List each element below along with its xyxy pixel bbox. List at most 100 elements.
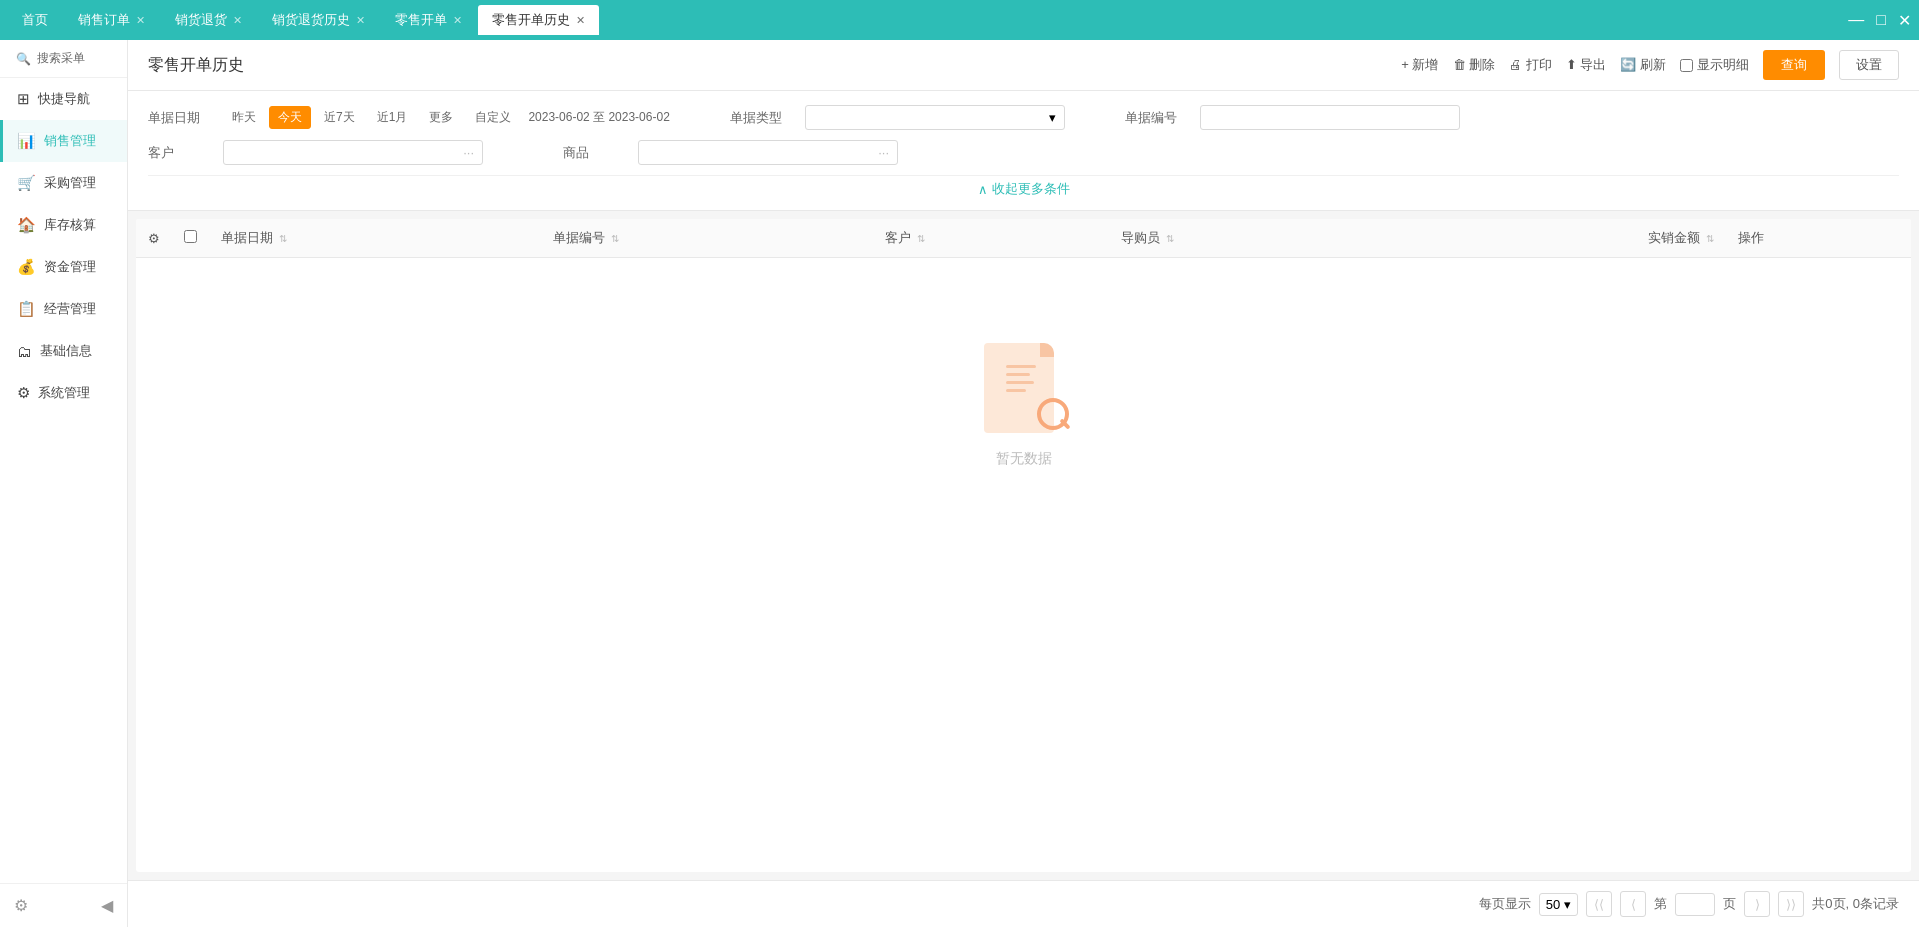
chevron-up-icon: ∧: [978, 182, 988, 197]
customer-dots[interactable]: ···: [463, 145, 474, 160]
number-filter-input[interactable]: [1200, 105, 1460, 130]
last-page-button[interactable]: ⟩⟩: [1778, 891, 1804, 917]
doc-line-2: [1006, 373, 1030, 376]
col-number: 单据编号 ⇅: [541, 219, 873, 258]
close-tab-sales-return-history[interactable]: ✕: [356, 14, 365, 27]
collapse-filter-button[interactable]: ∧ 收起更多条件: [148, 175, 1899, 202]
sidebar-bottom: ⚙ ◀: [0, 883, 127, 927]
sidebar-item-inventory[interactable]: 🏠 库存核算: [0, 204, 127, 246]
next-page-button[interactable]: ⟩: [1744, 891, 1770, 917]
search-icon: 🔍: [16, 52, 31, 66]
add-button[interactable]: + 新增: [1401, 56, 1438, 74]
page-word-before: 第: [1654, 895, 1667, 913]
sidebar-search[interactable]: 🔍 搜索采单: [0, 40, 127, 78]
tab-sales-return[interactable]: 销货退货 ✕: [161, 5, 256, 35]
window-controls: — □ ✕: [1848, 11, 1911, 30]
filter-area: 单据日期 昨天 今天 近7天 近1月 更多 自定义 2023-06-02 至 2…: [128, 91, 1919, 211]
min-button[interactable]: —: [1848, 11, 1864, 29]
col-amount-sort-icon[interactable]: ⇅: [1706, 233, 1714, 244]
search-circle: [1037, 398, 1069, 430]
close-tab-retail-open[interactable]: ✕: [453, 14, 462, 27]
date-filter-buttons: 昨天 今天 近7天 近1月 更多 自定义 2023-06-02 至 2023-0…: [223, 106, 670, 129]
settings-icon[interactable]: ⚙: [14, 896, 28, 915]
sidebar-item-purchase-mgmt[interactable]: 🛒 采购管理: [0, 162, 127, 204]
date-range-text: 2023-06-02 至 2023-06-02: [528, 109, 669, 126]
col-guide-label: 导购员: [1121, 230, 1160, 245]
col-date-label: 单据日期: [221, 230, 273, 245]
operation-icon: 📋: [17, 300, 36, 318]
product-dots[interactable]: ···: [878, 145, 889, 160]
main-layout: 🔍 搜索采单 ⊞ 快捷导航 📊 销售管理 🛒 采购管理 🏠 库存核算 💰 资金管…: [0, 40, 1919, 927]
col-check[interactable]: [172, 219, 209, 258]
date-btn-7days[interactable]: 近7天: [315, 106, 364, 129]
type-filter-select[interactable]: ▾: [805, 105, 1065, 130]
tab-retail-open[interactable]: 零售开单 ✕: [381, 5, 476, 35]
date-btn-yesterday[interactable]: 昨天: [223, 106, 265, 129]
basic-info-icon: 🗂: [17, 343, 32, 360]
sidebar-item-sales-mgmt[interactable]: 📊 销售管理: [0, 120, 127, 162]
sidebar-item-operation[interactable]: 📋 经营管理: [0, 288, 127, 330]
page-title: 零售开单历史: [148, 55, 244, 76]
col-guide-sort-icon[interactable]: ⇅: [1166, 233, 1174, 244]
date-btn-today[interactable]: 今天: [269, 106, 311, 129]
empty-illustration: [974, 338, 1074, 438]
first-page-button[interactable]: ⟨⟨: [1586, 891, 1612, 917]
col-customer: 客户 ⇅: [873, 219, 1109, 258]
sidebar-item-quick-nav[interactable]: ⊞ 快捷导航: [0, 78, 127, 120]
current-page-input[interactable]: 1: [1675, 893, 1715, 916]
col-action: 操作: [1726, 219, 1911, 258]
filter-row-2: 客户 ··· 商品 ···: [148, 140, 1899, 165]
empty-text: 暂无数据: [996, 450, 1052, 468]
customer-filter-label: 客户: [148, 144, 203, 162]
close-button[interactable]: ✕: [1898, 11, 1911, 30]
refresh-button[interactable]: 🔄 刷新: [1620, 56, 1666, 74]
close-tab-retail-open-history[interactable]: ✕: [576, 14, 585, 27]
quick-nav-icon: ⊞: [17, 90, 30, 108]
col-customer-sort-icon[interactable]: ⇅: [917, 233, 925, 244]
sidebar-item-basic-info[interactable]: 🗂 基础信息: [0, 330, 127, 372]
query-button[interactable]: 查询: [1763, 50, 1825, 80]
page-size-select[interactable]: 50 ▾: [1539, 893, 1578, 916]
sidebar-item-finance[interactable]: 💰 资金管理: [0, 246, 127, 288]
delete-button[interactable]: 🗑 删除: [1453, 56, 1496, 74]
show-detail-checkbox[interactable]: [1680, 59, 1693, 72]
sales-mgmt-icon: 📊: [17, 132, 36, 150]
settings-button[interactable]: 设置: [1839, 50, 1899, 80]
tab-home[interactable]: 首页: [8, 5, 62, 35]
tab-retail-open-history[interactable]: 零售开单历史 ✕: [478, 5, 599, 35]
sidebar-item-sys-mgmt[interactable]: ⚙ 系统管理: [0, 372, 127, 414]
export-button[interactable]: ⬆ 导出: [1566, 56, 1607, 74]
finance-icon: 💰: [17, 258, 36, 276]
col-date-sort-icon[interactable]: ⇅: [279, 233, 287, 244]
tab-sales-return-history[interactable]: 销货退货历史 ✕: [258, 5, 379, 35]
show-detail-checkbox-label[interactable]: 显示明细: [1680, 56, 1749, 74]
date-btn-more[interactable]: 更多: [420, 106, 462, 129]
toolbar: + 新增 🗑 删除 🖨 打印 ⬆ 导出 🔄 刷新 显示明细 查询 设置: [1401, 50, 1899, 80]
page-word: 页: [1723, 895, 1736, 913]
pagination: 每页显示 50 ▾ ⟨⟨ ⟨ 第 1 页 ⟩ ⟩⟩ 共0页, 0条记录: [128, 880, 1919, 927]
col-settings[interactable]: ⚙: [136, 219, 172, 258]
col-customer-label: 客户: [885, 230, 911, 245]
date-btn-custom[interactable]: 自定义: [466, 106, 520, 129]
table-settings-icon[interactable]: ⚙: [148, 231, 160, 246]
col-number-sort-icon[interactable]: ⇅: [611, 233, 619, 244]
print-button[interactable]: 🖨 打印: [1509, 56, 1552, 74]
customer-filter-select[interactable]: ···: [223, 140, 483, 165]
top-tab-bar: 首页 销售订单 ✕ 销货退货 ✕ 销货退货历史 ✕ 零售开单 ✕ 零售开单历史 …: [0, 0, 1919, 40]
doc-lines: [1006, 365, 1036, 392]
close-tab-sales-return[interactable]: ✕: [233, 14, 242, 27]
dropdown-icon: ▾: [1049, 110, 1056, 125]
tab-sales-order[interactable]: 销售订单 ✕: [64, 5, 159, 35]
date-btn-1month[interactable]: 近1月: [368, 106, 417, 129]
product-filter-select[interactable]: ···: [638, 140, 898, 165]
col-number-label: 单据编号: [553, 230, 605, 245]
prev-page-button[interactable]: ⟨: [1620, 891, 1646, 917]
page-header: 零售开单历史 + 新增 🗑 删除 🖨 打印 ⬆ 导出 🔄 刷新 显示明细 查询 …: [128, 40, 1919, 91]
close-tab-sales-order[interactable]: ✕: [136, 14, 145, 27]
product-filter-label: 商品: [563, 144, 618, 162]
collapse-sidebar-icon[interactable]: ◀: [101, 896, 113, 915]
max-button[interactable]: □: [1876, 11, 1886, 29]
filter-row-1: 单据日期 昨天 今天 近7天 近1月 更多 自定义 2023-06-02 至 2…: [148, 105, 1899, 130]
select-all-checkbox[interactable]: [184, 230, 197, 243]
sys-mgmt-icon: ⚙: [17, 384, 30, 402]
